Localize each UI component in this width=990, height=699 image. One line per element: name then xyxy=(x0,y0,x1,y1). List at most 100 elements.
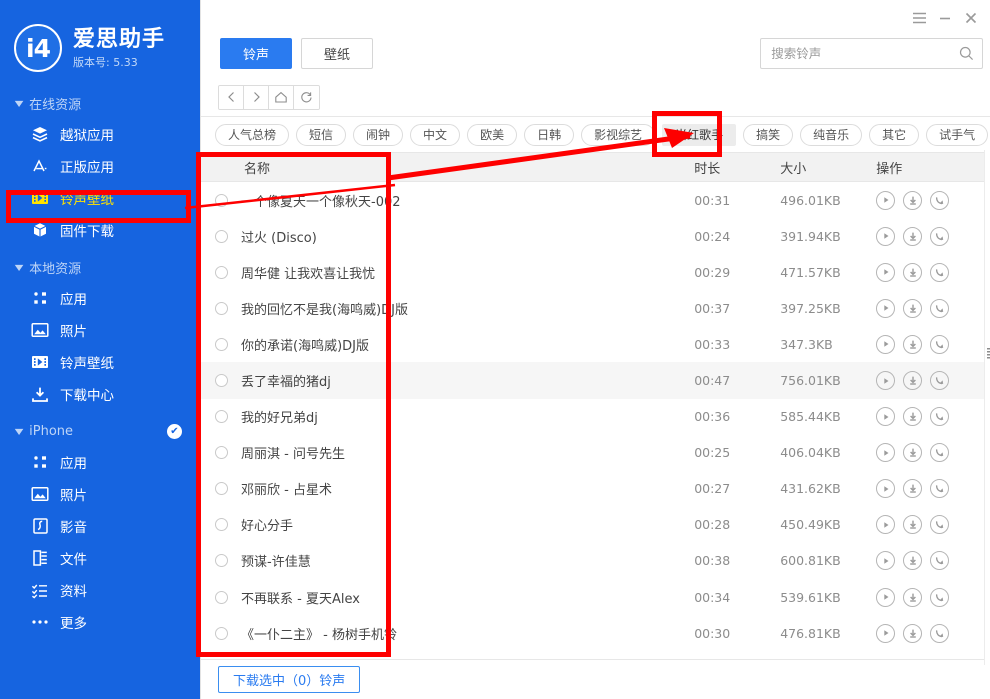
row-select-radio[interactable] xyxy=(215,518,228,531)
table-row[interactable]: 我的好兄弟dj00:36585.44KB xyxy=(201,399,990,435)
table-row[interactable]: 好心分手00:28450.49KB xyxy=(201,507,990,543)
play-icon[interactable] xyxy=(876,299,895,318)
table-row[interactable]: 邓丽欣 - 占星术00:27431.62KB xyxy=(201,471,990,507)
sidebar-group-2[interactable]: ▼iPhone✔ xyxy=(0,416,200,446)
table-row[interactable]: 周丽淇 - 问号先生00:25406.04KB xyxy=(201,435,990,471)
table-row[interactable]: 丢了幸福的猪dj00:47756.01KB xyxy=(201,362,990,398)
download-icon[interactable] xyxy=(903,371,922,390)
row-select-radio[interactable] xyxy=(215,194,228,207)
row-select-radio[interactable] xyxy=(215,302,228,315)
set-as-ringtone-icon[interactable] xyxy=(930,335,949,354)
category-chip-6[interactable]: 影视综艺 xyxy=(581,124,655,146)
row-select-radio[interactable] xyxy=(215,266,228,279)
sidebar-item-0-2[interactable]: 铃声壁纸 xyxy=(0,182,200,214)
table-row[interactable]: 你的承诺(海鸣威)DJ版00:33347.3KB xyxy=(201,326,990,362)
download-icon[interactable] xyxy=(903,443,922,462)
play-icon[interactable] xyxy=(876,624,895,643)
sidebar-item-2-4[interactable]: 资料 xyxy=(0,574,200,606)
row-select-radio[interactable] xyxy=(215,230,228,243)
sidebar-item-2-0[interactable]: 应用 xyxy=(0,446,200,478)
sidebar-item-2-5[interactable]: 更多 xyxy=(0,606,200,638)
set-as-ringtone-icon[interactable] xyxy=(930,407,949,426)
sidebar-item-1-3[interactable]: 下载中心 xyxy=(0,378,200,410)
search-input[interactable] xyxy=(771,46,959,61)
search-box[interactable] xyxy=(760,38,983,69)
play-icon[interactable] xyxy=(876,191,895,210)
vertical-scrollbar[interactable] xyxy=(984,150,990,665)
table-row[interactable]: 《一仆二主》 - 杨树手机铃00:30476.81KB xyxy=(201,615,990,651)
tab-ringtone[interactable]: 铃声 xyxy=(220,38,292,69)
set-as-ringtone-icon[interactable] xyxy=(930,371,949,390)
set-as-ringtone-icon[interactable] xyxy=(930,443,949,462)
set-as-ringtone-icon[interactable] xyxy=(930,263,949,282)
sidebar-item-1-1[interactable]: 照片 xyxy=(0,314,200,346)
row-select-radio[interactable] xyxy=(215,338,228,351)
download-icon[interactable] xyxy=(903,588,922,607)
download-icon[interactable] xyxy=(903,551,922,570)
category-chip-2[interactable]: 闹钟 xyxy=(353,124,403,146)
sidebar-item-2-2[interactable]: 影音 xyxy=(0,510,200,542)
download-icon[interactable] xyxy=(903,479,922,498)
download-icon[interactable] xyxy=(903,299,922,318)
play-icon[interactable] xyxy=(876,335,895,354)
play-icon[interactable] xyxy=(876,551,895,570)
play-icon[interactable] xyxy=(876,479,895,498)
category-chip-11[interactable]: 试手气 xyxy=(926,124,988,146)
category-chip-4[interactable]: 欧美 xyxy=(467,124,517,146)
sidebar-group-0[interactable]: ▼在线资源 xyxy=(0,88,200,118)
download-icon[interactable] xyxy=(903,335,922,354)
set-as-ringtone-icon[interactable] xyxy=(930,515,949,534)
sidebar-item-2-1[interactable]: 照片 xyxy=(0,478,200,510)
download-icon[interactable] xyxy=(903,263,922,282)
refresh-icon[interactable] xyxy=(294,86,319,109)
menu-icon[interactable] xyxy=(906,8,932,28)
category-chip-7[interactable]: 当红歌手 xyxy=(662,124,736,146)
play-icon[interactable] xyxy=(876,227,895,246)
set-as-ringtone-icon[interactable] xyxy=(930,479,949,498)
row-select-radio[interactable] xyxy=(215,627,228,640)
play-icon[interactable] xyxy=(876,443,895,462)
table-row[interactable]: 预谋-许佳慧00:38600.81KB xyxy=(201,543,990,579)
sidebar-item-0-1[interactable]: 正版应用 xyxy=(0,150,200,182)
download-icon[interactable] xyxy=(903,227,922,246)
search-icon[interactable] xyxy=(959,46,974,61)
category-chip-9[interactable]: 纯音乐 xyxy=(800,124,862,146)
play-icon[interactable] xyxy=(876,407,895,426)
table-row[interactable]: 过火 (Disco)00:24391.94KB xyxy=(201,218,990,254)
download-icon[interactable] xyxy=(903,191,922,210)
sidebar-item-1-2[interactable]: 铃声壁纸 xyxy=(0,346,200,378)
category-chip-5[interactable]: 日韩 xyxy=(524,124,574,146)
row-select-radio[interactable] xyxy=(215,554,228,567)
table-row[interactable]: 周华健 让我欢喜让我忧00:29471.57KB xyxy=(201,254,990,290)
download-icon[interactable] xyxy=(903,624,922,643)
table-row[interactable]: 我的回忆不是我(海鸣威)DJ版00:37397.25KB xyxy=(201,290,990,326)
close-icon[interactable] xyxy=(958,8,984,28)
set-as-ringtone-icon[interactable] xyxy=(930,588,949,607)
table-row[interactable]: 不再联系 - 夏天Alex00:34539.61KB xyxy=(201,579,990,615)
category-chip-8[interactable]: 搞笑 xyxy=(743,124,793,146)
back-arrow-icon[interactable] xyxy=(219,86,244,109)
row-select-radio[interactable] xyxy=(215,374,228,387)
play-icon[interactable] xyxy=(876,515,895,534)
play-icon[interactable] xyxy=(876,263,895,282)
category-chip-10[interactable]: 其它 xyxy=(869,124,919,146)
category-chip-0[interactable]: 人气总榜 xyxy=(215,124,289,146)
play-icon[interactable] xyxy=(876,588,895,607)
download-selected-button[interactable]: 下载选中（0）铃声 xyxy=(218,666,360,693)
download-icon[interactable] xyxy=(903,515,922,534)
home-icon[interactable] xyxy=(269,86,294,109)
set-as-ringtone-icon[interactable] xyxy=(930,551,949,570)
download-icon[interactable] xyxy=(903,407,922,426)
row-select-radio[interactable] xyxy=(215,446,228,459)
sidebar-item-0-3[interactable]: 固件下载 xyxy=(0,214,200,246)
row-select-radio[interactable] xyxy=(215,591,228,604)
table-row[interactable]: 一个像夏天一个像秋天-00200:31496.01KB xyxy=(201,182,990,218)
forward-arrow-icon[interactable] xyxy=(244,86,269,109)
set-as-ringtone-icon[interactable] xyxy=(930,227,949,246)
sidebar-item-1-0[interactable]: 应用 xyxy=(0,282,200,314)
set-as-ringtone-icon[interactable] xyxy=(930,624,949,643)
category-chip-3[interactable]: 中文 xyxy=(410,124,460,146)
sidebar-item-2-3[interactable]: 文件 xyxy=(0,542,200,574)
set-as-ringtone-icon[interactable] xyxy=(930,191,949,210)
category-chip-1[interactable]: 短信 xyxy=(296,124,346,146)
